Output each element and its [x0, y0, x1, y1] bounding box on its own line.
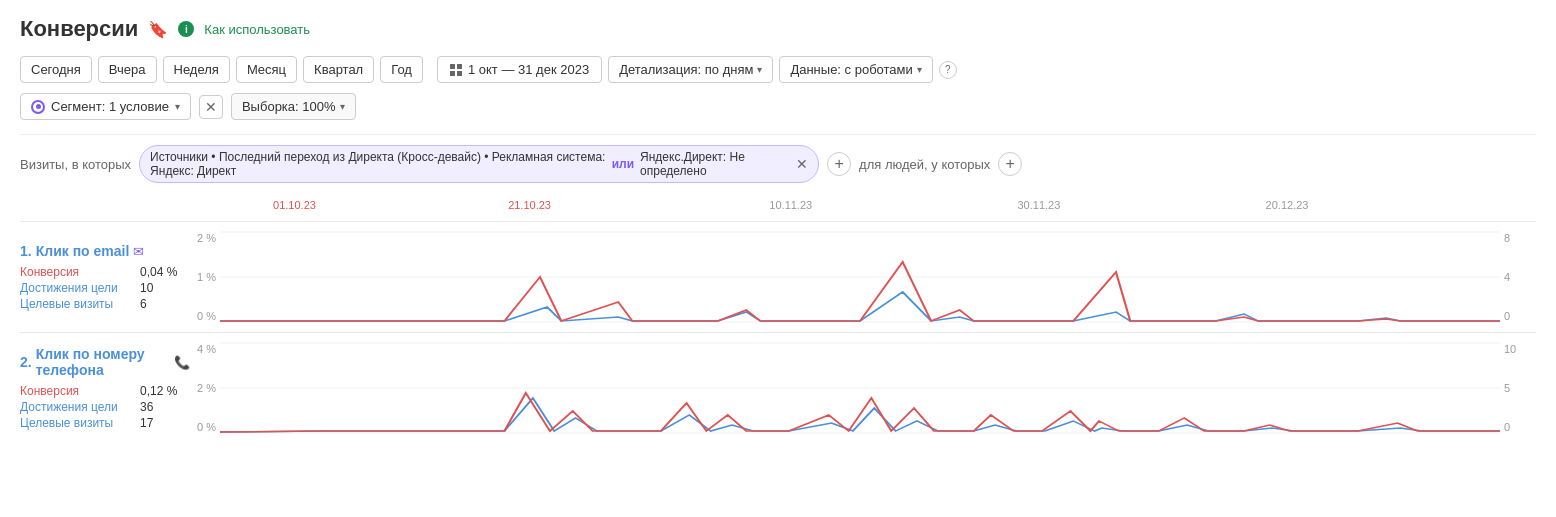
chart-svg-1	[220, 232, 1500, 322]
grid-icon	[450, 64, 462, 76]
y-axis-left-1: 2 % 1 % 0 %	[190, 232, 220, 322]
conv-value-1: 0,04 %	[140, 265, 177, 279]
filter-prefix: Визиты, в которых	[20, 157, 131, 172]
segment-row: Сегмент: 1 условие ▾ ✕ Выборка: 100% ▾	[20, 93, 1536, 120]
email-icon: ✉	[133, 244, 144, 259]
filter-row: Визиты, в которых Источники • Последний …	[20, 134, 1536, 191]
metric-section-2: 2. Клик по номеру телефона 📞 Конверсия 0…	[20, 332, 1536, 443]
help-link[interactable]: Как использовать	[204, 22, 310, 37]
y-left-bot-2: 0 %	[197, 421, 216, 433]
add-people-condition-button[interactable]: +	[998, 152, 1022, 176]
achieve-value-2: 36	[140, 400, 153, 414]
chart-svg-2	[220, 343, 1500, 433]
btn-today[interactable]: Сегодня	[20, 56, 92, 83]
date-label-1: 01.10.23	[273, 199, 316, 211]
date-label-2: 21.10.23	[508, 199, 551, 211]
y-axis-left-2: 4 % 2 % 0 %	[190, 343, 220, 433]
date-range-button[interactable]: 1 окт — 31 дек 2023	[437, 56, 602, 83]
metric-number-2: 2.	[20, 354, 32, 370]
visits-label-2: Целевые визиты	[20, 416, 132, 430]
help-circle-btn[interactable]: ?	[939, 61, 957, 79]
metric-info-2: 2. Клик по номеру телефона 📞 Конверсия 0…	[20, 346, 190, 430]
metric-info-1: 1. Клик по email ✉ Конверсия 0,04 % Дост…	[20, 243, 190, 311]
chip-or: или	[612, 157, 634, 171]
segment-button[interactable]: Сегмент: 1 условие ▾	[20, 93, 191, 120]
sample-button[interactable]: Выборка: 100% ▾	[231, 93, 356, 120]
filter-chip[interactable]: Источники • Последний переход из Директа…	[139, 145, 819, 183]
y-left-mid-1: 1 %	[197, 271, 216, 283]
chevron-down-icon-2: ▾	[917, 64, 922, 75]
conv-label-1: Конверсия	[20, 265, 132, 279]
sample-label: Выборка: 100%	[242, 99, 336, 114]
chip-close-icon[interactable]: ✕	[796, 156, 808, 172]
y-axis-right-1: 8 4 0	[1500, 232, 1536, 322]
date-label-3: 10.11.23	[769, 199, 812, 211]
chip-text-1: Источники • Последний переход из Директа…	[150, 150, 606, 178]
segment-label: Сегмент: 1 условие	[51, 99, 169, 114]
date-label-5: 20.12.23	[1266, 199, 1309, 211]
achieve-label-1: Достижения цели	[20, 281, 132, 295]
metric-title-2: Клик по номеру телефона	[36, 346, 170, 378]
conv-label-2: Конверсия	[20, 384, 132, 398]
toolbar-row: Сегодня Вчера Неделя Месяц Квартал Год 1…	[20, 56, 1536, 83]
detail-select[interactable]: Детализация: по дням ▾	[608, 56, 773, 83]
date-range-label: 1 окт — 31 дек 2023	[468, 62, 589, 77]
data-label: Данные: с роботами	[790, 62, 912, 77]
phone-icon: 📞	[174, 355, 190, 370]
y-left-bot-1: 0 %	[197, 310, 216, 322]
y-right-bot-2: 0	[1504, 421, 1510, 433]
segment-close-button[interactable]: ✕	[199, 95, 223, 119]
chart-svg-container-2	[220, 343, 1500, 433]
add-condition-button[interactable]: +	[827, 152, 851, 176]
metric-section-1: 1. Клик по email ✉ Конверсия 0,04 % Дост…	[20, 221, 1536, 332]
metric-title-1: Клик по email	[36, 243, 130, 259]
y-right-mid-2: 5	[1504, 382, 1510, 394]
y-right-bot-1: 0	[1504, 310, 1510, 322]
btn-yesterday[interactable]: Вчера	[98, 56, 157, 83]
chevron-down-icon-3: ▾	[175, 101, 180, 112]
conv-value-2: 0,12 %	[140, 384, 177, 398]
info-icon: i	[178, 21, 194, 37]
visits-label-1: Целевые визиты	[20, 297, 132, 311]
btn-year[interactable]: Год	[380, 56, 423, 83]
page-title: Конверсии	[20, 16, 138, 42]
metric-rows-2: Конверсия 0,12 % Достижения цели 36 Целе…	[20, 384, 190, 430]
achieve-value-1: 10	[140, 281, 153, 295]
chevron-down-icon: ▾	[757, 64, 762, 75]
bookmark-icon[interactable]: 🔖	[148, 20, 168, 39]
visits-value-1: 6	[140, 297, 147, 311]
visits-value-2: 17	[140, 416, 153, 430]
y-left-mid-2: 2 %	[197, 382, 216, 394]
btn-week[interactable]: Неделя	[163, 56, 230, 83]
metric-number-1: 1.	[20, 243, 32, 259]
y-right-mid-1: 4	[1504, 271, 1510, 283]
btn-month[interactable]: Месяц	[236, 56, 297, 83]
btn-quarter[interactable]: Квартал	[303, 56, 374, 83]
date-label-4: 30.11.23	[1017, 199, 1060, 211]
y-right-top-1: 8	[1504, 232, 1510, 244]
chart-svg-container-1	[220, 232, 1500, 322]
y-left-top-2: 4 %	[197, 343, 216, 355]
y-axis-right-2: 10 5 0	[1500, 343, 1536, 433]
chip-text-2: Яндекс.Директ: Не определено	[640, 150, 786, 178]
detail-label: Детализация: по дням	[619, 62, 753, 77]
for-people-label: для людей, у которых	[859, 157, 990, 172]
segment-icon	[31, 100, 45, 114]
metric-rows-1: Конверсия 0,04 % Достижения цели 10 Целе…	[20, 265, 190, 311]
y-left-top-1: 2 %	[197, 232, 216, 244]
chart-area: 01.10.23 21.10.23 10.11.23 30.11.23 20.1…	[20, 199, 1536, 443]
chevron-down-icon-4: ▾	[340, 101, 345, 112]
data-select[interactable]: Данные: с роботами ▾	[779, 56, 932, 83]
achieve-label-2: Достижения цели	[20, 400, 132, 414]
y-right-top-2: 10	[1504, 343, 1516, 355]
